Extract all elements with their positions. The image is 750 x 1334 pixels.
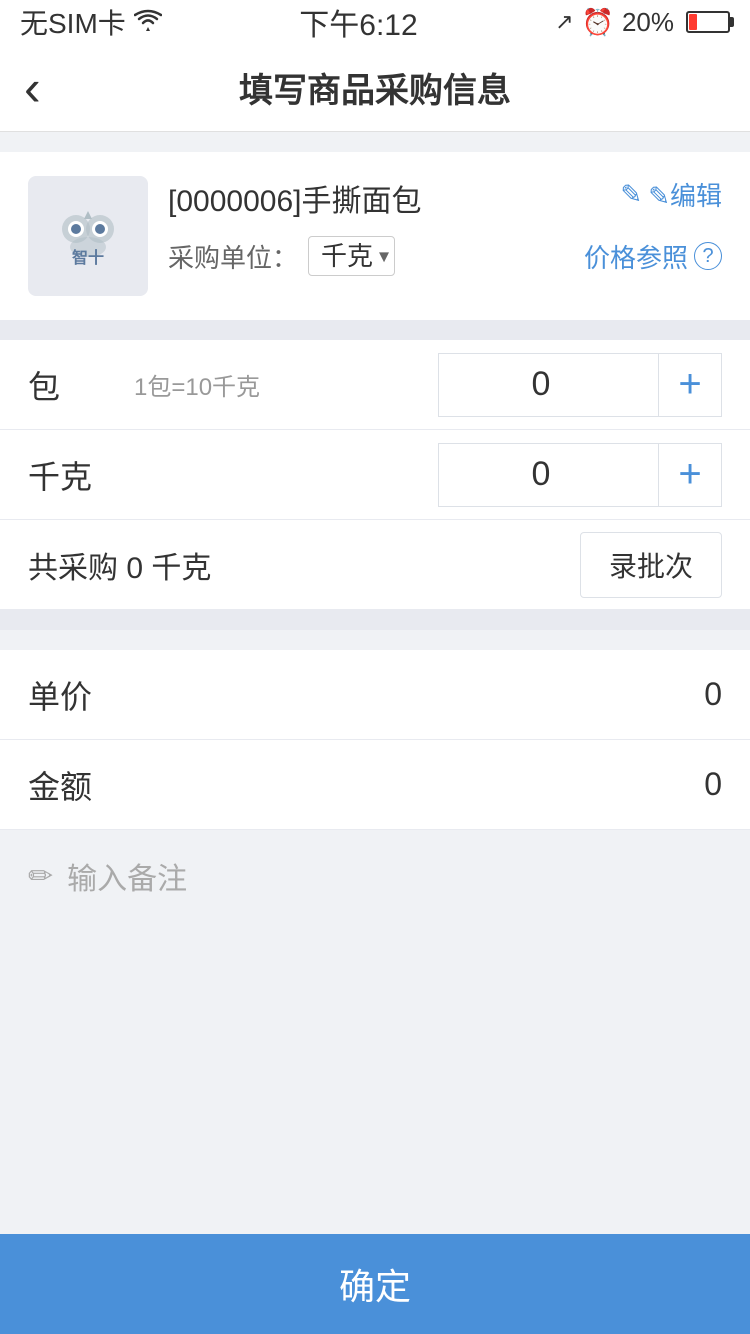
status-time: 下午6:12	[299, 0, 417, 44]
status-bar: 无SIM卡 下午6:12 ↗ ⏰ 20%	[0, 0, 750, 44]
price-ref-button[interactable]: 价格参照 ?	[584, 238, 722, 275]
pencil-icon: ✏	[28, 859, 53, 894]
location-icon: ↗	[555, 9, 573, 35]
batch-button[interactable]: 录批次	[580, 532, 722, 598]
amount-row: 金额 0	[0, 740, 750, 830]
confirm-button-label: 确定	[339, 1258, 411, 1310]
confirm-bar[interactable]: 确定	[0, 1234, 750, 1334]
content-spacer	[0, 922, 750, 1222]
amount-value: 0	[704, 766, 722, 803]
amount-label: 金额	[28, 762, 108, 808]
price-ref-label: 价格参照	[584, 238, 688, 275]
product-meta: 采购单位： 千克 包 价格参照 ?	[168, 236, 722, 276]
price-ref-icon: ?	[694, 242, 722, 270]
purchase-unit-label: 采购单位：	[168, 238, 298, 275]
section-divider-1	[0, 320, 750, 340]
unit-select[interactable]: 千克 包	[308, 236, 395, 276]
battery-percent: 20%	[622, 7, 674, 38]
bao-input-right: +	[438, 353, 722, 417]
unit-price-row: 单价 0	[0, 650, 750, 740]
summary-text: 共采购 0 千克	[28, 543, 211, 587]
status-right: ↗ ⏰ 20%	[555, 7, 730, 38]
product-name: [0000006]手撕面包	[168, 176, 421, 220]
remark-placeholder: 输入备注	[67, 854, 187, 898]
product-info: [0000006]手撕面包 ✎ ✎编辑 采购单位： 千克 包 价格参照 ?	[168, 176, 722, 276]
input-section: 包 1包=10千克 + 千克 +	[0, 340, 750, 520]
product-image: 智十	[28, 176, 148, 296]
unit-select-wrap[interactable]: 千克 包	[308, 236, 395, 276]
unit-price-label: 单价	[28, 672, 108, 718]
carrier-text: 无SIM卡	[20, 2, 126, 42]
kg-input-right: +	[438, 443, 722, 507]
edit-button[interactable]: ✎ ✎编辑	[620, 176, 722, 213]
kg-plus-button[interactable]: +	[658, 443, 722, 507]
bao-quantity-input[interactable]	[438, 353, 658, 417]
battery-icon	[686, 11, 730, 33]
unit-price-value: 0	[704, 676, 722, 713]
bao-plus-button[interactable]: +	[658, 353, 722, 417]
purchase-unit: 采购单位： 千克 包	[168, 236, 395, 276]
edit-icon: ✎	[620, 179, 642, 210]
kg-label: 千克	[28, 452, 128, 498]
bao-input-row: 包 1包=10千克 +	[0, 340, 750, 430]
kg-quantity-input[interactable]	[438, 443, 658, 507]
back-button[interactable]: ‹	[24, 59, 53, 117]
edit-label: ✎编辑	[648, 176, 722, 213]
kg-input-row: 千克 +	[0, 430, 750, 520]
nav-bar: ‹ 填写商品采购信息	[0, 44, 750, 132]
status-left: 无SIM卡	[20, 2, 162, 42]
alarm-icon: ⏰	[582, 7, 614, 38]
bao-label: 包	[28, 362, 128, 408]
price-info-section: 单价 0 金额 0	[0, 650, 750, 830]
page-title: 填写商品采购信息	[239, 63, 511, 112]
svg-text:智十: 智十	[72, 248, 104, 267]
section-divider-2	[0, 610, 750, 630]
summary-row: 共采购 0 千克 录批次	[0, 520, 750, 610]
product-card: 智十 [0000006]手撕面包 ✎ ✎编辑 采购单位： 千克 包	[0, 152, 750, 320]
remark-section[interactable]: ✏ 输入备注	[0, 830, 750, 922]
wifi-icon	[134, 6, 162, 38]
bao-sublabel: 1包=10千克	[134, 367, 260, 402]
